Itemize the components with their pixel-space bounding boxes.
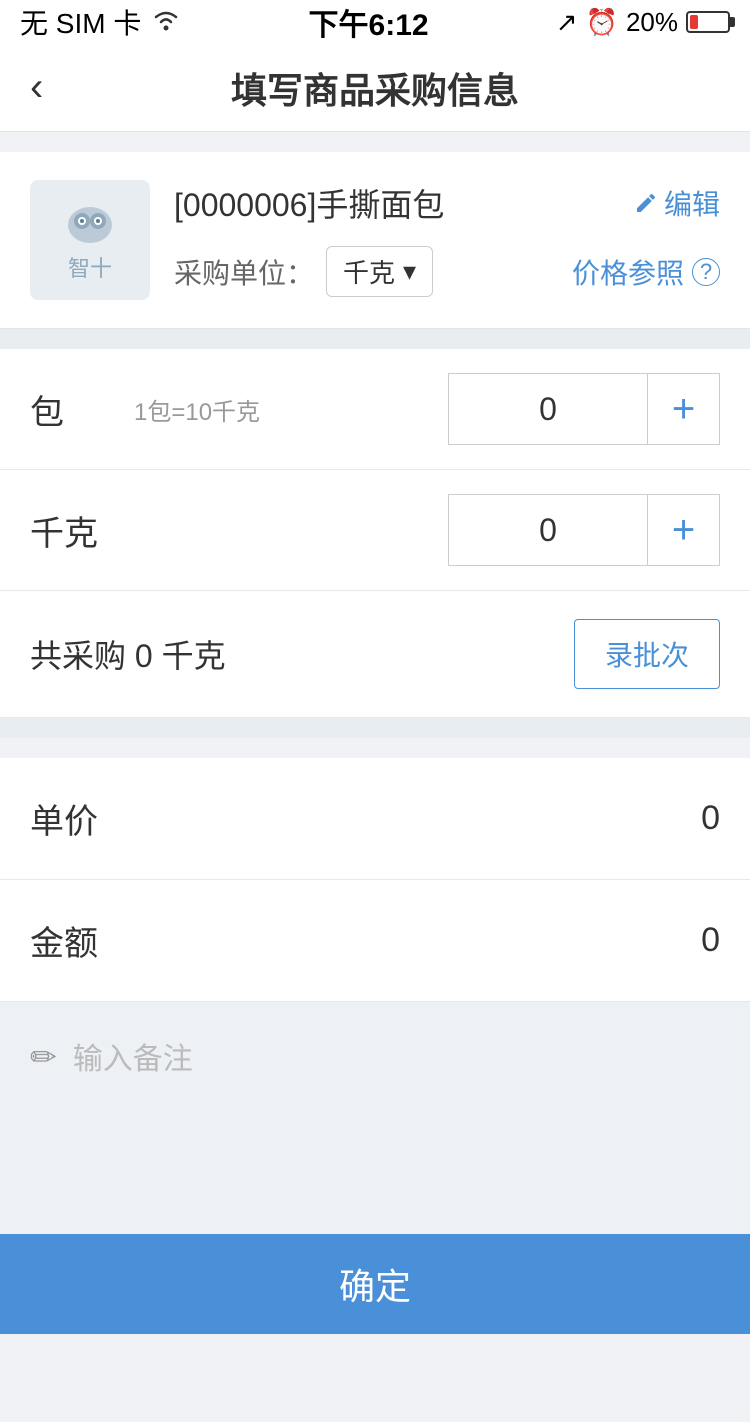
bag-field-container: + <box>448 373 720 445</box>
bag-plus-button[interactable]: + <box>648 373 720 445</box>
section-divider-1 <box>0 329 750 349</box>
kg-plus-button[interactable]: + <box>648 494 720 566</box>
help-icon: ? <box>692 258 720 286</box>
price-ref-label: 价格参照 <box>572 252 684 292</box>
unit-row: 采购单位： 千克 ▾ 价格参照 ? <box>174 246 720 297</box>
amount-row: 金额 0 <box>0 880 750 1002</box>
carrier-label: 无 SIM 卡 <box>20 2 141 42</box>
battery-icon <box>686 11 730 33</box>
notes-placeholder: 输入备注 <box>73 1034 193 1078</box>
batch-button[interactable]: 录批次 <box>574 619 720 689</box>
battery-label: 20% <box>626 7 678 38</box>
product-image: 智十 <box>30 180 150 300</box>
price-ref-button[interactable]: 价格参照 ? <box>572 252 720 292</box>
bag-label: 包 <box>30 385 110 434</box>
wifi-icon <box>151 6 181 38</box>
pricing-section: 单价 0 金额 0 <box>0 758 750 1002</box>
kg-label: 千克 <box>30 506 110 555</box>
product-info: [0000006]手撕面包 编辑 采购单位： 千克 ▾ 价格参照 ? <box>174 180 720 297</box>
section-divider-2 <box>0 718 750 738</box>
kg-input-row: 千克 + <box>0 470 750 591</box>
status-right: ↗ ⏰ 20% <box>556 7 730 38</box>
edit-button[interactable]: 编辑 <box>634 183 720 223</box>
bottom-space <box>0 1322 750 1422</box>
amount-value: 0 <box>701 921 720 960</box>
location-icon: ↗ <box>556 7 578 38</box>
summary-text: 共采购 0 千克 <box>30 631 226 677</box>
bag-input[interactable] <box>448 373 648 445</box>
brand-text: 智十 <box>68 251 112 283</box>
unit-label: 采购单位： 千克 ▾ <box>174 246 433 297</box>
product-name: [0000006]手撕面包 <box>174 180 444 226</box>
unit-price-row: 单价 0 <box>0 758 750 880</box>
time-label: 下午6:12 <box>309 0 429 44</box>
status-bar: 无 SIM 卡 下午6:12 ↗ ⏰ 20% <box>0 0 750 44</box>
edit-label: 编辑 <box>664 183 720 223</box>
status-left: 无 SIM 卡 <box>20 2 181 42</box>
product-card: 智十 [0000006]手撕面包 编辑 采购单位： 千克 ▾ 价格参照 ? <box>0 152 750 329</box>
kg-field-container: + <box>448 494 720 566</box>
product-name-row: [0000006]手撕面包 编辑 <box>174 180 720 226</box>
nav-bar: ‹ 填写商品采购信息 <box>0 44 750 132</box>
page-title: 填写商品采购信息 <box>231 62 519 114</box>
bag-input-row: 包 1包=10千克 + <box>0 349 750 470</box>
input-section: 包 1包=10千克 + 千克 + 共采购 0 千克 录批次 <box>0 349 750 718</box>
bag-sub-label: 1包=10千克 <box>134 392 260 427</box>
amount-label: 金额 <box>30 916 98 965</box>
summary-row: 共采购 0 千克 录批次 <box>0 591 750 718</box>
unit-price-label: 单价 <box>30 794 98 843</box>
pencil-icon: ✏ <box>30 1038 57 1076</box>
alarm-icon: ⏰ <box>586 7 618 38</box>
confirm-button[interactable]: 确定 <box>0 1234 750 1334</box>
unit-select[interactable]: 千克 ▾ <box>326 246 433 297</box>
back-button[interactable]: ‹ <box>30 55 53 120</box>
unit-price-value: 0 <box>701 799 720 838</box>
kg-input[interactable] <box>448 494 648 566</box>
unit-value: 千克 <box>343 253 395 290</box>
dropdown-arrow-icon: ▾ <box>403 256 416 287</box>
